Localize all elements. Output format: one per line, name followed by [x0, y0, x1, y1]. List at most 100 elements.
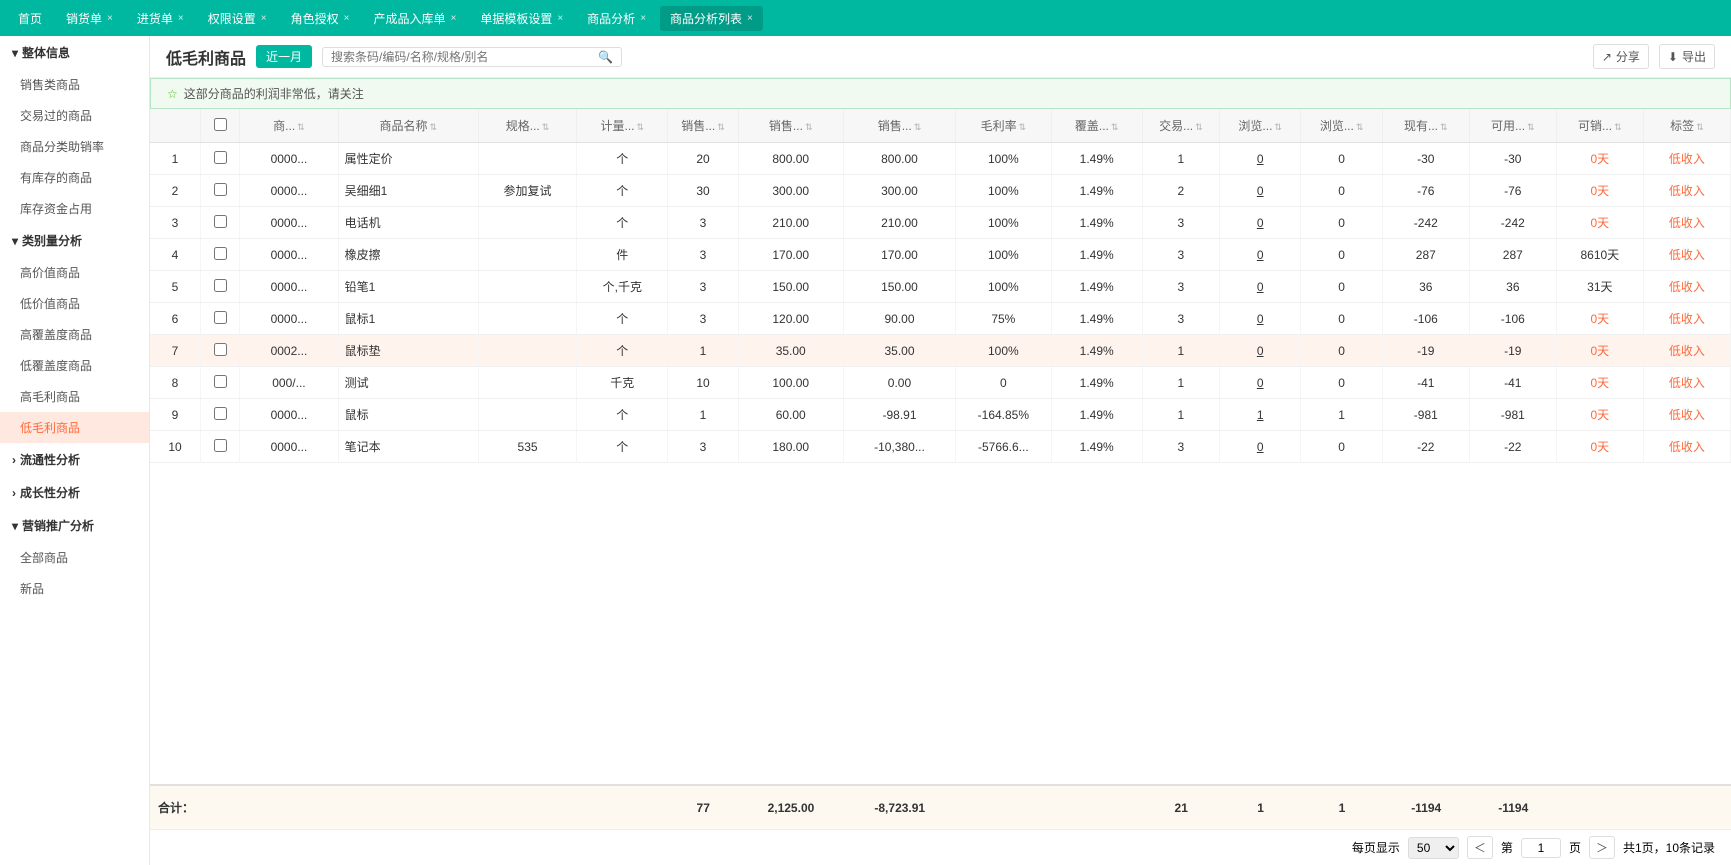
row-checkbox[interactable]: [214, 215, 227, 228]
cell-browse1[interactable]: 1: [1219, 399, 1300, 431]
col-header-sales-qty[interactable]: 销售...⇅: [668, 109, 738, 143]
sidebar-item-stock-capital[interactable]: 库存资金占用: [0, 193, 149, 224]
col-header-browse2[interactable]: 浏览...⇅: [1301, 109, 1382, 143]
sidebar-item-all-goods[interactable]: 全部商品: [0, 542, 149, 573]
table-row[interactable]: 3 0000... 电话机 个 3 210.00 210.00 100% 1.4…: [150, 207, 1731, 239]
row-checkbox[interactable]: [214, 183, 227, 196]
nav-product-in-close[interactable]: ×: [450, 13, 456, 24]
sidebar-item-high-coverage[interactable]: 高覆盖度商品: [0, 319, 149, 350]
table-row[interactable]: 2 0000... 吴细细1 参加复试 个 30 300.00 300.00 1…: [150, 175, 1731, 207]
cell-browse1[interactable]: 0: [1219, 271, 1300, 303]
table-row[interactable]: 10 0000... 笔记本 535 个 3 180.00 -10,380...…: [150, 431, 1731, 463]
sidebar-item-traded-goods[interactable]: 交易过的商品: [0, 100, 149, 131]
table-row[interactable]: 7 0002... 鼠标垫 个 1 35.00 35.00 100% 1.49%…: [150, 335, 1731, 367]
row-checkbox[interactable]: [214, 407, 227, 420]
col-header-tag[interactable]: 标签⇅: [1643, 109, 1730, 143]
nav-permission[interactable]: 权限设置 ×: [198, 6, 277, 31]
sidebar-group-marketing[interactable]: ▾ 营销推广分析: [0, 509, 149, 542]
nav-role[interactable]: 角色授权 ×: [281, 6, 360, 31]
col-header-gross-rate[interactable]: 毛利率⇅: [956, 109, 1051, 143]
cell-check[interactable]: [201, 367, 240, 399]
search-input[interactable]: [331, 50, 598, 64]
cell-browse1[interactable]: 0: [1219, 431, 1300, 463]
cell-name[interactable]: 测试: [338, 367, 478, 399]
cell-check[interactable]: [201, 335, 240, 367]
sidebar-group-growth[interactable]: › 成长性分析: [0, 476, 149, 509]
col-header-code[interactable]: 商...⇅: [240, 109, 338, 143]
table-row[interactable]: 1 0000... 属性定价 个 20 800.00 800.00 100% 1…: [150, 143, 1731, 175]
sidebar-item-high-value[interactable]: 高价值商品: [0, 257, 149, 288]
cell-browse1[interactable]: 0: [1219, 207, 1300, 239]
sidebar-group-overall[interactable]: ▾ 整体信息: [0, 36, 149, 69]
cell-name[interactable]: 鼠标1: [338, 303, 478, 335]
filter-recent-month-btn[interactable]: 近一月: [256, 45, 312, 68]
table-container[interactable]: 商...⇅ 商品名称⇅ 规格...⇅ 计量...⇅ 销售...⇅ 销售...⇅ …: [150, 109, 1731, 784]
cell-name[interactable]: 橡皮擦: [338, 239, 478, 271]
cell-name[interactable]: 笔记本: [338, 431, 478, 463]
cell-browse1[interactable]: 0: [1219, 367, 1300, 399]
cell-browse1[interactable]: 0: [1219, 175, 1300, 207]
sidebar-item-low-margin[interactable]: 低毛利商品: [0, 412, 149, 443]
col-header-trade[interactable]: 交易...⇅: [1142, 109, 1219, 143]
cell-browse1[interactable]: 0: [1219, 143, 1300, 175]
sidebar-item-low-coverage[interactable]: 低覆盖度商品: [0, 350, 149, 381]
table-row[interactable]: 4 0000... 橡皮擦 件 3 170.00 170.00 100% 1.4…: [150, 239, 1731, 271]
cell-name[interactable]: 属性定价: [338, 143, 478, 175]
table-row[interactable]: 6 0000... 鼠标1 个 3 120.00 90.00 75% 1.49%…: [150, 303, 1731, 335]
nav-sales-close[interactable]: ×: [107, 13, 113, 24]
nav-analysis-list-close[interactable]: ×: [747, 13, 753, 24]
select-all-checkbox[interactable]: [214, 118, 227, 131]
next-page-btn[interactable]: ＞: [1589, 836, 1615, 859]
sidebar-group-category[interactable]: ▾ 类别量分析: [0, 224, 149, 257]
sidebar-group-circulation[interactable]: › 流通性分析: [0, 443, 149, 476]
cell-name[interactable]: 电话机: [338, 207, 478, 239]
cell-browse1[interactable]: 0: [1219, 303, 1300, 335]
search-icon[interactable]: 🔍: [598, 50, 613, 64]
nav-product-in[interactable]: 产成品入库单 ×: [363, 6, 466, 31]
cell-check[interactable]: [201, 175, 240, 207]
row-checkbox[interactable]: [214, 375, 227, 388]
sidebar-item-sales-goods[interactable]: 销售类商品: [0, 69, 149, 100]
col-header-cover[interactable]: 覆盖...⇅: [1051, 109, 1142, 143]
table-row[interactable]: 8 000/... 测试 千克 10 100.00 0.00 0 1.49% 1…: [150, 367, 1731, 399]
nav-role-close[interactable]: ×: [344, 13, 350, 24]
row-checkbox[interactable]: [214, 279, 227, 292]
nav-home[interactable]: 首页: [8, 6, 52, 31]
cell-name[interactable]: 铅笔1: [338, 271, 478, 303]
cell-check[interactable]: [201, 271, 240, 303]
nav-analysis-list[interactable]: 商品分析列表 ×: [660, 6, 763, 31]
sidebar-item-category-rate[interactable]: 商品分类助销率: [0, 131, 149, 162]
col-header-browse1[interactable]: 浏览...⇅: [1219, 109, 1300, 143]
share-button[interactable]: ↗ 分享: [1593, 44, 1649, 69]
sidebar-item-high-margin[interactable]: 高毛利商品: [0, 381, 149, 412]
col-header-avail[interactable]: 可用...⇅: [1469, 109, 1556, 143]
cell-check[interactable]: [201, 303, 240, 335]
row-checkbox[interactable]: [214, 343, 227, 356]
col-header-unit[interactable]: 计量...⇅: [577, 109, 668, 143]
prev-page-btn[interactable]: ＜: [1467, 836, 1493, 859]
col-header-sales-amt[interactable]: 销售...⇅: [738, 109, 843, 143]
cell-name[interactable]: 鼠标: [338, 399, 478, 431]
page-number-input[interactable]: [1521, 838, 1561, 858]
per-page-select[interactable]: 50 100 200: [1408, 837, 1459, 859]
row-checkbox[interactable]: [214, 439, 227, 452]
export-button[interactable]: ⬇ 导出: [1659, 44, 1715, 69]
cell-check[interactable]: [201, 207, 240, 239]
col-header-check[interactable]: [201, 109, 240, 143]
search-box[interactable]: 🔍: [322, 47, 622, 67]
cell-name[interactable]: 吴细细1: [338, 175, 478, 207]
nav-purchase-close[interactable]: ×: [178, 13, 184, 24]
row-checkbox[interactable]: [214, 247, 227, 260]
nav-permission-close[interactable]: ×: [261, 13, 267, 24]
nav-template[interactable]: 单据模板设置 ×: [470, 6, 573, 31]
cell-browse1[interactable]: 0: [1219, 239, 1300, 271]
table-row[interactable]: 9 0000... 鼠标 个 1 60.00 -98.91 -164.85% 1…: [150, 399, 1731, 431]
col-header-stock[interactable]: 现有...⇅: [1382, 109, 1469, 143]
sidebar-item-stock-goods[interactable]: 有库存的商品: [0, 162, 149, 193]
cell-check[interactable]: [201, 239, 240, 271]
nav-template-close[interactable]: ×: [557, 13, 563, 24]
nav-analysis-close[interactable]: ×: [640, 13, 646, 24]
sidebar-item-new-goods[interactable]: 新品: [0, 573, 149, 604]
nav-sales[interactable]: 销货单 ×: [56, 6, 123, 31]
cell-check[interactable]: [201, 431, 240, 463]
